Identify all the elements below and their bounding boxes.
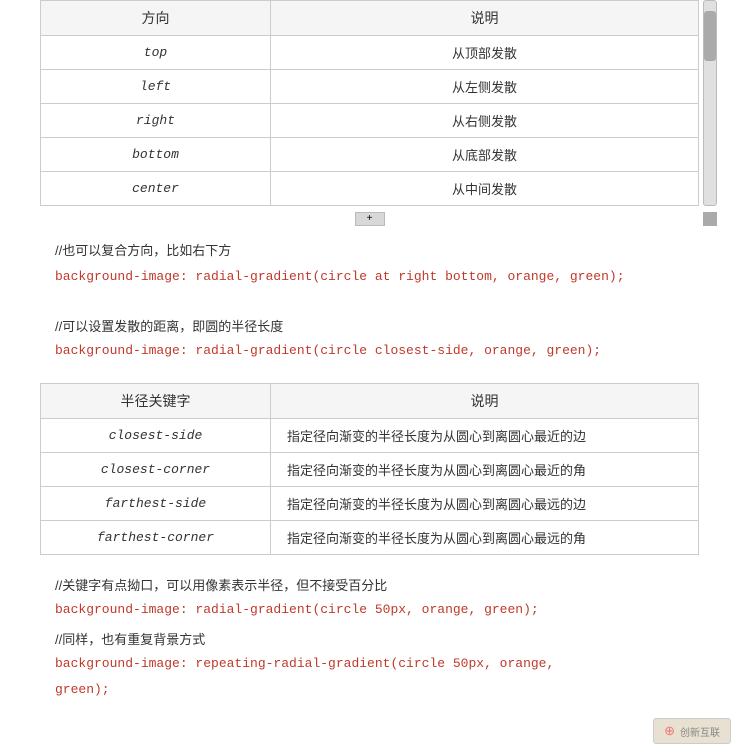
col-header-radius-desc: 说明 [271, 383, 699, 418]
direction-right: right [41, 104, 271, 138]
code-section-4b: green); [0, 678, 739, 709]
table-row: right 从右侧发散 [41, 104, 699, 138]
col-header-desc: 说明 [271, 1, 699, 36]
table-row: closest-corner 指定径向渐变的半径长度为从圆心到离圆心最近的角 [41, 452, 699, 486]
radius-table: 半径关键字 说明 closest-side 指定径向渐变的半径长度为从圆心到离圆… [40, 383, 699, 555]
comment-section-2: //可以设置发散的距离，即圆的半径长度 [0, 310, 739, 337]
comment-2-text: //可以设置发散的距离，即圆的半径长度 [55, 319, 283, 334]
comment-section-4: //同样，也有重复背景方式 [0, 625, 739, 650]
direction-left: left [41, 70, 271, 104]
gap3 [0, 555, 739, 567]
radius-farthest-corner: farthest-corner [41, 520, 271, 554]
radius-farthest-side: farthest-side [41, 486, 271, 520]
desc-closest-corner: 指定径向渐变的半径长度为从圆心到离圆心最近的角 [271, 452, 699, 486]
direction-center: center [41, 172, 271, 206]
gap1 [0, 302, 739, 310]
code-4b-text: green); [55, 682, 110, 697]
scrollbar-track[interactable] [703, 0, 717, 206]
code-2-text: background-image: radial-gradient(circle… [55, 343, 601, 358]
code-section-2: background-image: radial-gradient(circle… [0, 337, 739, 376]
table-row: closest-side 指定径向渐变的半径长度为从圆心到离圆心最近的边 [41, 418, 699, 452]
comment-3-text: //关键字有点拗口，可以用像素表示半径，但不接受百分比 [55, 578, 387, 593]
desc-center: 从中间发散 [271, 172, 699, 206]
code-3-text: background-image: radial-gradient(circle… [55, 602, 539, 617]
watermark-area: ⊕ 创新互联 [653, 718, 731, 744]
code-1-text: background-image: radial-gradient(circle… [55, 269, 625, 284]
page-wrapper: 方向 说明 top 从顶部发散 left 从左侧发散 right [0, 0, 739, 752]
desc-top: 从顶部发散 [271, 36, 699, 70]
table-row: left 从左侧发散 [41, 70, 699, 104]
expand-row: + [40, 208, 699, 226]
table-row: farthest-side 指定径向渐变的半径长度为从圆心到离圆心最远的边 [41, 486, 699, 520]
desc-farthest-side: 指定径向渐变的半径长度为从圆心到离圆心最远的边 [271, 486, 699, 520]
expand-button[interactable]: + [355, 212, 385, 226]
direction-top: top [41, 36, 271, 70]
table-row: top 从顶部发散 [41, 36, 699, 70]
scrollbar-thumb[interactable] [704, 11, 716, 61]
radius-closest-corner: closest-corner [41, 452, 271, 486]
comment-1-text: //也可以复合方向，比如右下方 [55, 240, 739, 259]
desc-closest-side: 指定径向渐变的半径长度为从圆心到离圆心最近的边 [271, 418, 699, 452]
code-section-1: background-image: radial-gradient(circle… [0, 263, 739, 302]
comment-4-text: //同样，也有重复背景方式 [55, 632, 205, 647]
code-4-text: background-image: repeating-radial-gradi… [55, 656, 554, 671]
code-section-4: background-image: repeating-radial-gradi… [0, 650, 739, 677]
comment-section-3: //关键字有点拗口，可以用像素表示半径，但不接受百分比 [0, 567, 739, 596]
table1-container: 方向 说明 top 从顶部发散 left 从左侧发散 right [0, 0, 739, 226]
scroll-corner [703, 212, 717, 226]
desc-bottom: 从底部发散 [271, 138, 699, 172]
table-row: center 从中间发散 [41, 172, 699, 206]
radius-closest-side: closest-side [41, 418, 271, 452]
desc-right: 从右侧发散 [271, 104, 699, 138]
direction-table: 方向 说明 top 从顶部发散 left 从左侧发散 right [40, 0, 699, 206]
table-row: farthest-corner 指定径向渐变的半径长度为从圆心到离圆心最远的角 [41, 520, 699, 554]
watermark-icon: ⊕ [664, 723, 675, 739]
col-header-direction: 方向 [41, 1, 271, 36]
watermark-text: 创新互联 [680, 724, 720, 739]
table2-container: 半径关键字 说明 closest-side 指定径向渐变的半径长度为从圆心到离圆… [0, 383, 739, 555]
code-section-3: background-image: radial-gradient(circle… [0, 596, 739, 625]
table-row: bottom 从底部发散 [41, 138, 699, 172]
desc-left: 从左侧发散 [271, 70, 699, 104]
comment-section-1: //也可以复合方向，比如右下方 [0, 226, 739, 263]
col-header-radius-kw: 半径关键字 [41, 383, 271, 418]
direction-bottom: bottom [41, 138, 271, 172]
desc-farthest-corner: 指定径向渐变的半径长度为从圆心到离圆心最远的角 [271, 520, 699, 554]
